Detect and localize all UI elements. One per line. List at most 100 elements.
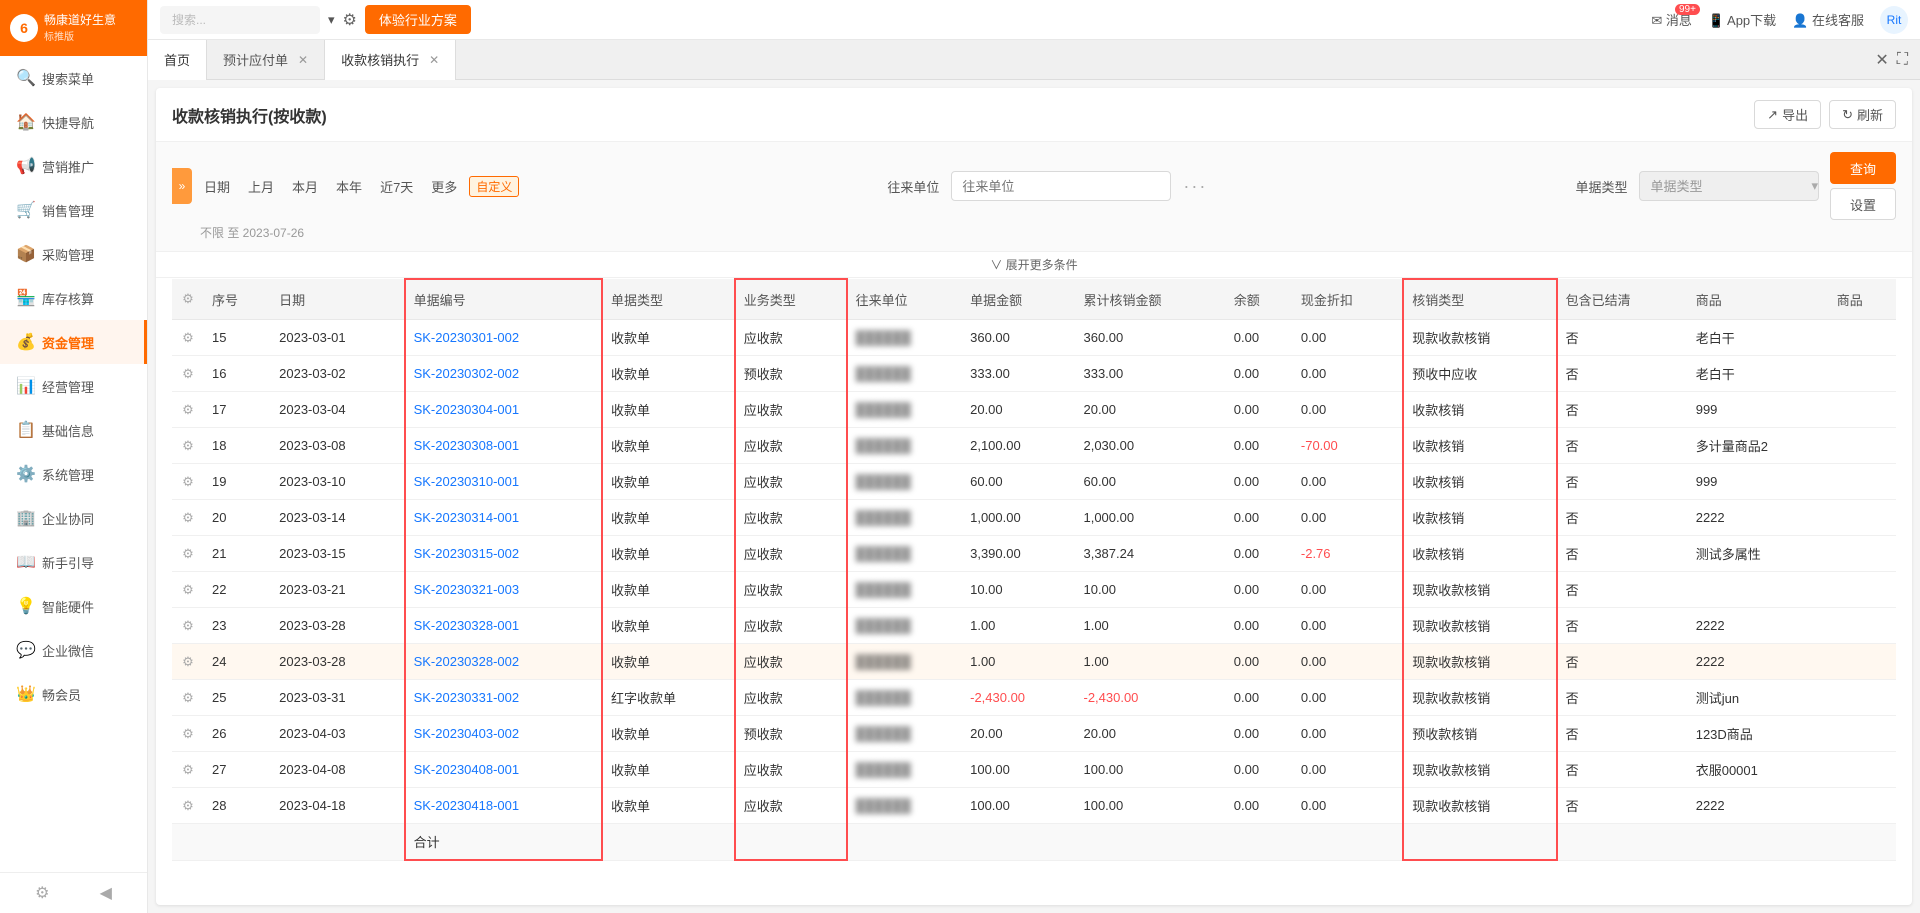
row-gear[interactable]: ⚙ xyxy=(172,644,204,680)
summary-label: 合计 xyxy=(405,824,602,861)
tab-fullscreen-icon[interactable]: ⛶ xyxy=(1897,51,1908,69)
row-gear[interactable]: ⚙ xyxy=(172,536,204,572)
guide-icon: 📖 xyxy=(16,552,34,572)
tab-home[interactable]: 首页 xyxy=(148,40,207,80)
row-doc-no: SK-20230310-001 xyxy=(405,464,602,500)
refresh-icon: ↻ xyxy=(1842,107,1853,123)
th-cash-discount: 现金折扣 xyxy=(1293,279,1403,320)
sidebar-item-sales[interactable]: 🛒 销售管理 xyxy=(0,188,147,232)
doc-no-link[interactable]: SK-20230301-002 xyxy=(414,330,520,345)
query-button[interactable]: 查询 xyxy=(1830,152,1896,184)
row-gear[interactable]: ⚙ xyxy=(172,716,204,752)
topbar-search[interactable]: 搜索... xyxy=(160,6,320,34)
row-gear[interactable]: ⚙ xyxy=(172,428,204,464)
message-area[interactable]: ✉ 消息 99+ xyxy=(1651,10,1692,29)
row-gear[interactable]: ⚙ xyxy=(172,752,204,788)
export-button[interactable]: ↗ 导出 xyxy=(1754,100,1821,129)
date-btn-this-month[interactable]: 本月 xyxy=(286,175,324,198)
sidebar-item-finance[interactable]: 💰 资金管理 xyxy=(0,320,147,364)
unit-filter-input[interactable] xyxy=(951,171,1171,201)
date-custom-button[interactable]: 自定义 xyxy=(469,176,519,197)
sidebar-collapse-icon[interactable]: ◀ xyxy=(100,883,112,903)
sidebar-item-basic-info[interactable]: 📋 基础信息 xyxy=(0,408,147,452)
date-btn-this-year[interactable]: 本年 xyxy=(330,175,368,198)
doc-no-link[interactable]: SK-20230328-001 xyxy=(414,618,520,633)
unit-filter-dots[interactable]: ··· xyxy=(1183,176,1207,197)
online-service-area[interactable]: 👤 在线客服 xyxy=(1792,10,1864,29)
refresh-button[interactable]: ↻ 刷新 xyxy=(1829,100,1896,129)
row-seq: 16 xyxy=(204,356,271,392)
table-row: ⚙ 21 2023-03-15 SK-20230315-002 收款单 应收款 … xyxy=(172,536,1896,572)
row-gear[interactable]: ⚙ xyxy=(172,500,204,536)
setting-button[interactable]: 设置 xyxy=(1830,188,1896,220)
user-avatar[interactable]: Rit xyxy=(1880,6,1908,34)
row-accum-writeoff: 60.00 xyxy=(1075,464,1225,500)
filter-expand-more[interactable]: ∨ 展开更多条件 xyxy=(156,252,1912,278)
date-btn-more[interactable]: 更多 xyxy=(425,175,463,198)
row-date: 2023-04-18 xyxy=(271,788,404,824)
app-download-label: App下载 xyxy=(1727,13,1776,28)
tab-close-all-icon[interactable]: ✕ xyxy=(1875,50,1888,70)
doc-no-link[interactable]: SK-20230302-002 xyxy=(414,366,520,381)
row-gear[interactable]: ⚙ xyxy=(172,608,204,644)
th-accum-writeoff: 累计核销金额 xyxy=(1075,279,1225,320)
solution-button[interactable]: 体验行业方案 xyxy=(365,5,471,34)
date-btn-last-month[interactable]: 上月 xyxy=(242,175,280,198)
row-gear[interactable]: ⚙ xyxy=(172,464,204,500)
row-gear[interactable]: ⚙ xyxy=(172,392,204,428)
row-seq: 17 xyxy=(204,392,271,428)
row-biz-type: 应收款 xyxy=(735,608,847,644)
sidebar-item-inventory[interactable]: 🏪 库存核算 xyxy=(0,276,147,320)
tab-pre-receivable[interactable]: 预计应付单 ✕ xyxy=(207,40,325,80)
row-writeoff-type: 现款收款核销 xyxy=(1403,608,1556,644)
row-balance: 0.00 xyxy=(1226,464,1293,500)
sidebar-settings-icon[interactable]: ⚙ xyxy=(35,883,49,903)
row-accum-writeoff: 10.00 xyxy=(1075,572,1225,608)
row-seq: 24 xyxy=(204,644,271,680)
sidebar-item-operations[interactable]: 📊 经营管理 xyxy=(0,364,147,408)
app-download-area[interactable]: 📱 App下载 xyxy=(1708,10,1776,29)
doc-no-link[interactable]: SK-20230315-002 xyxy=(414,546,520,561)
sidebar-item-smart-hw[interactable]: 💡 智能硬件 xyxy=(0,584,147,628)
sidebar-item-guide[interactable]: 📖 新手引导 xyxy=(0,540,147,584)
settings-gear-icon[interactable]: ⚙ xyxy=(343,10,357,30)
row-unit: ██████ xyxy=(847,428,963,464)
sidebar-item-corp-wx[interactable]: 💬 企业微信 xyxy=(0,628,147,672)
message-label: 消息 xyxy=(1666,13,1692,28)
row-gear[interactable]: ⚙ xyxy=(172,572,204,608)
pre-receivable-close-icon[interactable]: ✕ xyxy=(298,53,308,67)
sidebar-item-marketing[interactable]: 📢 营销推广 xyxy=(0,144,147,188)
sidebar-item-quick-nav[interactable]: 🏠 快捷导航 xyxy=(0,100,147,144)
row-gear[interactable]: ⚙ xyxy=(172,356,204,392)
write-off-close-icon[interactable]: ✕ xyxy=(429,53,439,67)
sidebar-item-member[interactable]: 👑 畅会员 xyxy=(0,672,147,716)
sidebar-item-system[interactable]: ⚙️ 系统管理 xyxy=(0,452,147,496)
doc-no-link[interactable]: SK-20230308-001 xyxy=(414,438,520,453)
topbar-dropdown[interactable]: ▾ xyxy=(328,12,335,28)
table-container[interactable]: ⚙ 序号 日期 单据编号 单据类型 业务类型 往来单位 单据金额 累计核销金额 … xyxy=(156,278,1912,905)
date-btn-7days[interactable]: 近7天 xyxy=(374,175,419,198)
type-filter-select[interactable]: 单据类型 xyxy=(1639,171,1819,201)
doc-no-link[interactable]: SK-20230328-002 xyxy=(414,654,520,669)
filter-expand-button[interactable]: » xyxy=(172,168,192,204)
tab-write-off[interactable]: 收款核销执行 ✕ xyxy=(325,40,456,80)
row-gear[interactable]: ⚙ xyxy=(172,680,204,716)
doc-no-link[interactable]: SK-20230310-001 xyxy=(414,474,520,489)
row-cash-discount: -2.76 xyxy=(1293,536,1403,572)
doc-no-link[interactable]: SK-20230418-001 xyxy=(414,798,520,813)
th-gear[interactable]: ⚙ xyxy=(172,279,204,320)
sidebar-item-search-menu[interactable]: 🔍 搜索菜单 xyxy=(0,56,147,100)
doc-no-link[interactable]: SK-20230408-001 xyxy=(414,762,520,777)
sidebar-item-purchase[interactable]: 📦 采购管理 xyxy=(0,232,147,276)
sidebar-item-corp-collab[interactable]: 🏢 企业协同 xyxy=(0,496,147,540)
system-icon: ⚙️ xyxy=(16,464,34,484)
row-gear[interactable]: ⚙ xyxy=(172,788,204,824)
doc-no-link[interactable]: SK-20230403-002 xyxy=(414,726,520,741)
row-date: 2023-03-28 xyxy=(271,608,404,644)
doc-no-link[interactable]: SK-20230304-001 xyxy=(414,402,520,417)
sidebar-label-search-menu: 搜索菜单 xyxy=(42,69,94,88)
doc-no-link[interactable]: SK-20230331-002 xyxy=(414,690,520,705)
doc-no-link[interactable]: SK-20230321-003 xyxy=(414,582,520,597)
row-gear[interactable]: ⚙ xyxy=(172,320,204,356)
doc-no-link[interactable]: SK-20230314-001 xyxy=(414,510,520,525)
